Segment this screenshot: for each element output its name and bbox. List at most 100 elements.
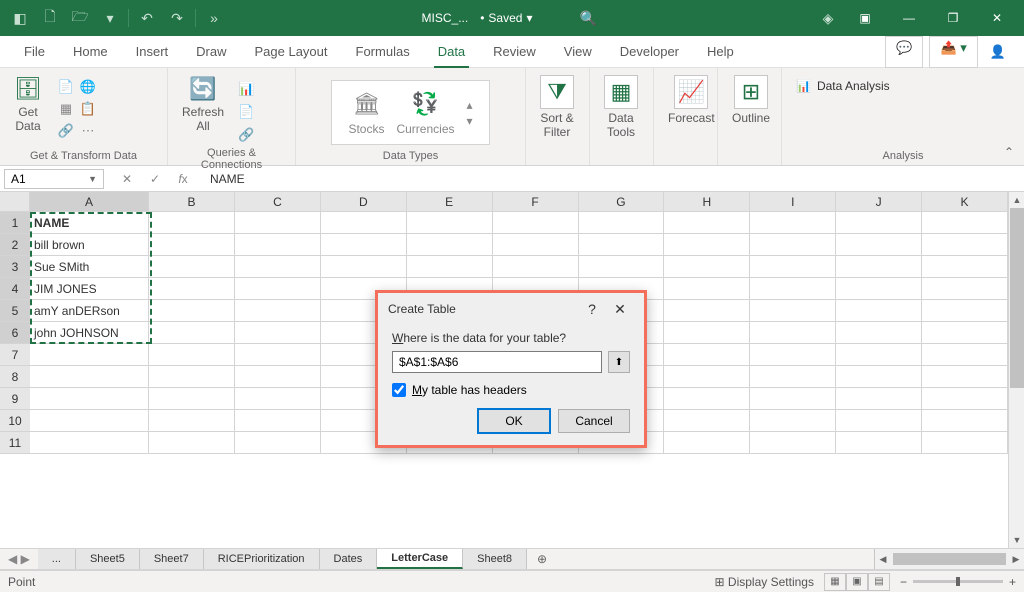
col-header-c[interactable]: C xyxy=(235,192,321,211)
zoom-slider[interactable] xyxy=(913,580,1003,583)
edit-links-icon[interactable]: 🔗 xyxy=(238,125,254,145)
cell-a6[interactable]: john JOHNSON xyxy=(30,322,149,344)
range-selector-icon[interactable]: ⬆ xyxy=(608,351,630,373)
autosave-toggle[interactable]: ◧ xyxy=(6,4,34,32)
get-data-button[interactable]: 🗄 Get Data xyxy=(8,71,48,138)
select-all-corner[interactable] xyxy=(0,192,30,212)
refresh-all-button[interactable]: 🔄 Refresh All xyxy=(176,71,230,138)
account-icon[interactable]: 👤 xyxy=(984,36,1012,68)
fx-icon[interactable]: fx xyxy=(171,169,195,189)
tab-formulas[interactable]: Formulas xyxy=(344,36,422,68)
data-tools-button[interactable]: ▦ Data Tools xyxy=(598,71,644,144)
sheet-tab-sheet5[interactable]: Sheet5 xyxy=(76,549,140,569)
col-header-e[interactable]: E xyxy=(407,192,493,211)
comments-button[interactable]: 💬 xyxy=(885,36,923,68)
existing-conn-icon[interactable]: 🔗 xyxy=(56,121,76,141)
zoom-out-button[interactable]: − xyxy=(900,575,907,589)
cell-a2[interactable]: bill brown xyxy=(30,234,149,256)
col-header-h[interactable]: H xyxy=(664,192,750,211)
formula-input[interactable]: NAME xyxy=(202,172,1024,186)
stocks-datatype[interactable]: 🏛 Stocks xyxy=(348,89,384,136)
ok-button[interactable]: OK xyxy=(478,409,550,433)
undo-icon[interactable]: ↶ xyxy=(133,4,161,32)
forecast-button[interactable]: 📈 Forecast xyxy=(662,71,721,129)
from-web-icon[interactable]: 🌐 xyxy=(78,77,98,97)
dialog-help-icon[interactable]: ? xyxy=(578,297,606,321)
page-layout-view-icon[interactable]: ▣ xyxy=(846,573,868,591)
col-header-f[interactable]: F xyxy=(493,192,579,211)
headers-checkbox[interactable] xyxy=(392,383,406,397)
sheet-tab-sheet7[interactable]: Sheet7 xyxy=(140,549,204,569)
tab-file[interactable]: File xyxy=(12,36,57,68)
row-header-5[interactable]: 5 xyxy=(0,300,30,322)
sheet-nav[interactable]: ◀ ▶ xyxy=(0,549,38,569)
display-settings-button[interactable]: ⊞ Display Settings xyxy=(715,575,814,589)
cancel-button[interactable]: Cancel xyxy=(558,409,630,433)
tab-review[interactable]: Review xyxy=(481,36,548,68)
currencies-datatype[interactable]: 💱 Currencies xyxy=(396,89,454,136)
tab-home[interactable]: Home xyxy=(61,36,120,68)
from-table-icon[interactable]: ▦ xyxy=(56,99,76,119)
cell-a1[interactable]: NAME xyxy=(30,212,149,234)
collapse-ribbon-icon[interactable]: ⌃ xyxy=(1004,145,1014,159)
row-header-11[interactable]: 11 xyxy=(0,432,30,454)
table-range-input[interactable] xyxy=(392,351,602,373)
maximize-button[interactable]: ❐ xyxy=(932,0,974,36)
more-qat-icon[interactable]: » xyxy=(200,4,228,32)
name-box-dropdown-icon[interactable]: ▼ xyxy=(88,174,97,184)
from-text-icon[interactable]: 📄 xyxy=(56,77,76,97)
row-header-10[interactable]: 10 xyxy=(0,410,30,432)
close-button[interactable]: ✕ xyxy=(976,0,1018,36)
more-sources-icon[interactable]: ⋯ xyxy=(78,121,98,141)
tab-help[interactable]: Help xyxy=(695,36,746,68)
vertical-scrollbar[interactable]: ▲ ▼ xyxy=(1008,192,1024,548)
cancel-formula-icon[interactable]: ✕ xyxy=(115,169,139,189)
col-header-k[interactable]: K xyxy=(922,192,1008,211)
row-header-8[interactable]: 8 xyxy=(0,366,30,388)
cell-a5[interactable]: amY anDERson xyxy=(30,300,149,322)
page-break-view-icon[interactable]: ▤ xyxy=(868,573,890,591)
redo-icon[interactable]: ↷ xyxy=(163,4,191,32)
row-header-4[interactable]: 4 xyxy=(0,278,30,300)
save-status[interactable]: • Saved ▾ xyxy=(480,11,532,25)
datatype-up-icon[interactable]: ▴ xyxy=(467,98,473,112)
hscroll-right-icon[interactable]: ▶ xyxy=(1008,551,1024,567)
share-button[interactable]: 📤 ▾ xyxy=(929,36,977,68)
row-header-3[interactable]: 3 xyxy=(0,256,30,278)
outline-button[interactable]: ⊞ Outline xyxy=(726,71,776,129)
cell-a4[interactable]: JIM JONES xyxy=(30,278,149,300)
col-header-d[interactable]: D xyxy=(321,192,407,211)
row-header-9[interactable]: 9 xyxy=(0,388,30,410)
data-analysis-button[interactable]: 📊 Data Analysis xyxy=(790,75,896,97)
cell-a3[interactable]: Sue SMith xyxy=(30,256,149,278)
row-header-7[interactable]: 7 xyxy=(0,344,30,366)
search-icon[interactable]: 🔍 xyxy=(574,4,602,32)
save-icon[interactable]: ▾ xyxy=(96,4,124,32)
sheet-tab-lettercase[interactable]: LetterCase xyxy=(377,549,463,569)
tab-insert[interactable]: Insert xyxy=(124,36,181,68)
sort-filter-button[interactable]: ⧩ Sort & Filter xyxy=(534,71,580,144)
premium-icon[interactable]: ◈ xyxy=(814,4,842,32)
tab-page-layout[interactable]: Page Layout xyxy=(243,36,340,68)
tab-data[interactable]: Data xyxy=(426,36,477,68)
new-file-icon[interactable]: 🗋 xyxy=(36,4,64,32)
col-header-g[interactable]: G xyxy=(579,192,665,211)
col-header-j[interactable]: J xyxy=(836,192,922,211)
row-header-1[interactable]: 1 xyxy=(0,212,30,234)
ribbon-display-icon[interactable]: ▣ xyxy=(844,0,886,36)
scroll-thumb[interactable] xyxy=(1010,208,1024,388)
scroll-down-icon[interactable]: ▼ xyxy=(1009,532,1024,548)
dialog-titlebar[interactable]: Create Table ? ✕ xyxy=(378,293,644,325)
row-header-2[interactable]: 2 xyxy=(0,234,30,256)
zoom-in-button[interactable]: + xyxy=(1009,575,1016,589)
horizontal-scrollbar[interactable]: ◀ ▶ xyxy=(874,549,1024,569)
queries-icon[interactable]: 📊 xyxy=(238,79,254,99)
col-header-a[interactable]: A xyxy=(30,192,149,211)
col-header-i[interactable]: I xyxy=(750,192,836,211)
hscroll-thumb[interactable] xyxy=(893,553,1006,565)
normal-view-icon[interactable]: ▦ xyxy=(824,573,846,591)
dialog-close-icon[interactable]: ✕ xyxy=(606,297,634,321)
enter-formula-icon[interactable]: ✓ xyxy=(143,169,167,189)
minimize-button[interactable]: — xyxy=(888,0,930,36)
sheet-tab-more[interactable]: ... xyxy=(38,549,76,569)
